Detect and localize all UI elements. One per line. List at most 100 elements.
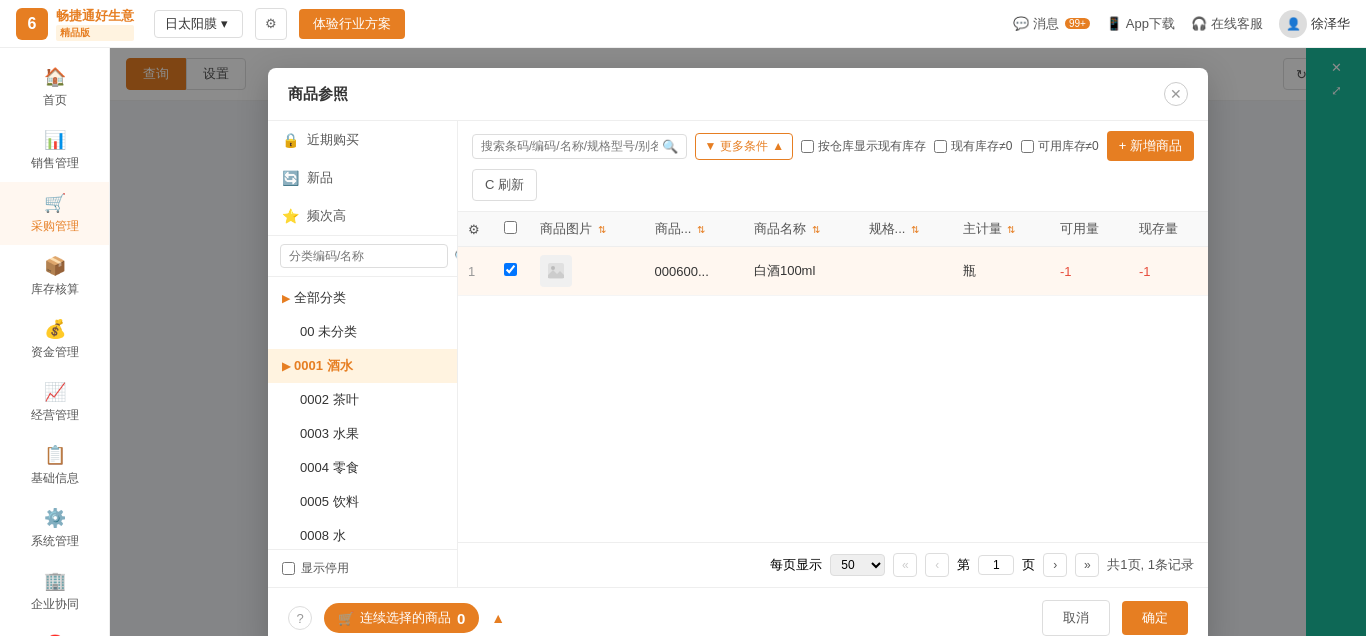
category-item-0005[interactable]: 0005 饮料 bbox=[268, 485, 457, 519]
per-page-select[interactable]: 50 10 20 100 bbox=[830, 554, 885, 576]
left-tab-new[interactable]: 🔄 新品 bbox=[268, 159, 457, 197]
basic-icon: 📋 bbox=[44, 444, 66, 466]
product-table-container: ⚙ 商品图片 ⇅ bbox=[458, 212, 1208, 542]
logo-area: 6 畅捷通好生意 精品版 bbox=[16, 7, 134, 41]
category-search-icon[interactable]: 🔍 bbox=[454, 249, 458, 264]
category-item-0004[interactable]: 0004 零食 bbox=[268, 451, 457, 485]
left-panel: 🔒 近期购买 🔄 新品 ⭐ 频次高 bbox=[268, 121, 458, 587]
row-checkbox-0[interactable] bbox=[494, 247, 530, 296]
refresh-button[interactable]: C 刷新 bbox=[472, 169, 537, 201]
sidebar-item-finance[interactable]: 💰 资金管理 bbox=[0, 308, 109, 371]
sort-icon-code: ⇅ bbox=[697, 224, 705, 235]
sidebar-label-operation: 经营管理 bbox=[31, 407, 79, 424]
row-name-0: 白酒100ml bbox=[744, 247, 859, 296]
sidebar-label-basic: 基础信息 bbox=[31, 470, 79, 487]
left-tab-recent[interactable]: 🔒 近期购买 bbox=[268, 121, 457, 159]
trial-button[interactable]: 体验行业方案 bbox=[299, 9, 405, 39]
last-page-button[interactable]: » bbox=[1075, 553, 1099, 577]
sidebar-label-inventory: 库存核算 bbox=[31, 281, 79, 298]
sidebar-item-guide[interactable]: 🎯 新手引导 bbox=[0, 623, 109, 636]
category-item-0001[interactable]: ▶0001 酒水 bbox=[268, 349, 457, 383]
avatar: 👤 bbox=[1279, 10, 1307, 38]
sort-icon-name: ⇅ bbox=[812, 224, 820, 235]
pagination: 每页显示 50 10 20 100 « ‹ 第 页 bbox=[458, 542, 1208, 587]
sidebar-label-finance: 资金管理 bbox=[31, 344, 79, 361]
online-service-item[interactable]: 🎧 在线客服 bbox=[1191, 15, 1263, 33]
select-all-checkbox[interactable] bbox=[504, 221, 517, 234]
message-icon: 💬 bbox=[1013, 16, 1029, 31]
left-tabs: 🔒 近期购买 🔄 新品 ⭐ 频次高 bbox=[268, 121, 457, 236]
category-item-0002[interactable]: 0002 茶叶 bbox=[268, 383, 457, 417]
sidebar-item-inventory[interactable]: 📦 库存核算 bbox=[0, 245, 109, 308]
first-page-button[interactable]: « bbox=[893, 553, 917, 577]
col-unit[interactable]: 主计量 ⇅ bbox=[953, 212, 1050, 247]
col-spec[interactable]: 规格... ⇅ bbox=[859, 212, 953, 247]
category-item-0003[interactable]: 0003 水果 bbox=[268, 417, 457, 451]
inventory-icon: 📦 bbox=[44, 255, 66, 277]
page-number-input[interactable] bbox=[978, 555, 1014, 575]
category-search-input[interactable] bbox=[280, 244, 448, 268]
col-checkbox[interactable] bbox=[494, 212, 530, 247]
collapse-panel-button[interactable]: 《 bbox=[457, 296, 458, 336]
available-not-zero-checkbox-group[interactable]: 可用库存≠0 bbox=[1021, 138, 1099, 155]
add-product-button[interactable]: + 新增商品 bbox=[1107, 131, 1194, 161]
enterprise-icon: 🏢 bbox=[44, 570, 66, 592]
next-page-button[interactable]: › bbox=[1043, 553, 1067, 577]
modal-footer: ? 🛒 连续选择的商品 0 ▲ 取消 确定 bbox=[268, 587, 1208, 636]
message-item[interactable]: 💬 消息 99+ bbox=[1013, 15, 1090, 33]
confirm-button[interactable]: 确定 bbox=[1122, 601, 1188, 635]
table-row[interactable]: 1 000600... 白酒100ml 瓶 -1 -1 bbox=[458, 247, 1208, 296]
user-avatar-area[interactable]: 👤 徐泽华 bbox=[1279, 10, 1350, 38]
filter-button[interactable]: ▼ 更多条件 ▲ bbox=[695, 133, 793, 160]
col-code-label: 商品... bbox=[655, 221, 692, 236]
sidebar-item-enterprise[interactable]: 🏢 企业协同 bbox=[0, 560, 109, 623]
help-button[interactable]: ? bbox=[288, 606, 312, 630]
col-code[interactable]: 商品... ⇅ bbox=[645, 212, 744, 247]
categories-list: ▶全部分类00 未分类▶0001 酒水0002 茶叶0003 水果0004 零食… bbox=[268, 277, 457, 549]
footer-collapse-button[interactable]: ▲ bbox=[491, 610, 505, 626]
cart-button[interactable]: 🛒 连续选择的商品 0 bbox=[324, 603, 479, 633]
modal-close-button[interactable]: ✕ bbox=[1164, 82, 1188, 106]
sidebar-item-sales[interactable]: 📊 销售管理 bbox=[0, 119, 109, 182]
sidebar-item-purchase[interactable]: 🛒 采购管理 bbox=[0, 182, 109, 245]
category-item-all[interactable]: ▶全部分类 bbox=[268, 281, 457, 315]
show-disabled-checkbox[interactable] bbox=[282, 562, 295, 575]
product-search-bar: 🔍 bbox=[472, 134, 687, 159]
stock-not-zero-checkbox[interactable] bbox=[934, 140, 947, 153]
left-tab-frequent[interactable]: ⭐ 频次高 bbox=[268, 197, 457, 235]
category-search-box: 🔍 bbox=[268, 236, 457, 277]
table-header-row: ⚙ 商品图片 ⇅ bbox=[458, 212, 1208, 247]
category-item-00[interactable]: 00 未分类 bbox=[268, 315, 457, 349]
col-available: 可用量 bbox=[1050, 212, 1129, 247]
gear-button[interactable]: ⚙ bbox=[255, 8, 287, 40]
left-footer: 显示停用 bbox=[268, 549, 457, 587]
app-download-item[interactable]: 📱 App下载 bbox=[1106, 15, 1175, 33]
gear-icon: ⚙ bbox=[265, 16, 277, 31]
mobile-icon: 📱 bbox=[1106, 16, 1122, 31]
by-warehouse-checkbox[interactable] bbox=[801, 140, 814, 153]
stock-not-zero-checkbox-group[interactable]: 现有库存≠0 bbox=[934, 138, 1012, 155]
chevron-down-icon: ▾ bbox=[221, 16, 228, 31]
product-search-input[interactable] bbox=[481, 139, 658, 153]
available-not-zero-checkbox[interactable] bbox=[1021, 140, 1034, 153]
sort-icon-unit: ⇅ bbox=[1007, 224, 1015, 235]
category-item-0008[interactable]: 0008 水 bbox=[268, 519, 457, 549]
sidebar-item-home[interactable]: 🏠 首页 bbox=[0, 56, 109, 119]
prev-page-button[interactable]: ‹ bbox=[925, 553, 949, 577]
sidebar-item-operation[interactable]: 📈 经营管理 bbox=[0, 371, 109, 434]
sidebar-item-system[interactable]: ⚙️ 系统管理 bbox=[0, 497, 109, 560]
col-image[interactable]: 商品图片 ⇅ bbox=[530, 212, 645, 247]
col-name[interactable]: 商品名称 ⇅ bbox=[744, 212, 859, 247]
by-warehouse-checkbox-group[interactable]: 按仓库显示现有库存 bbox=[801, 138, 926, 155]
sidebar-label-purchase: 采购管理 bbox=[31, 218, 79, 235]
store-dropdown[interactable]: 日太阳膜 ▾ bbox=[154, 10, 243, 38]
col-settings[interactable]: ⚙ bbox=[458, 212, 494, 247]
sidebar-item-basic[interactable]: 📋 基础信息 bbox=[0, 434, 109, 497]
row-spec-0 bbox=[859, 247, 953, 296]
modal-title: 商品参照 bbox=[288, 85, 348, 104]
search-icon[interactable]: 🔍 bbox=[662, 139, 678, 154]
cancel-button[interactable]: 取消 bbox=[1042, 600, 1110, 636]
category-label-0005: 0005 饮料 bbox=[300, 493, 359, 511]
modal-dialog: 商品参照 ✕ 🔒 近期购买 🔄 bbox=[268, 68, 1208, 636]
main-layout: 🏠 首页 📊 销售管理 🛒 采购管理 📦 库存核算 💰 资金管理 📈 经营管理 … bbox=[0, 48, 1366, 636]
